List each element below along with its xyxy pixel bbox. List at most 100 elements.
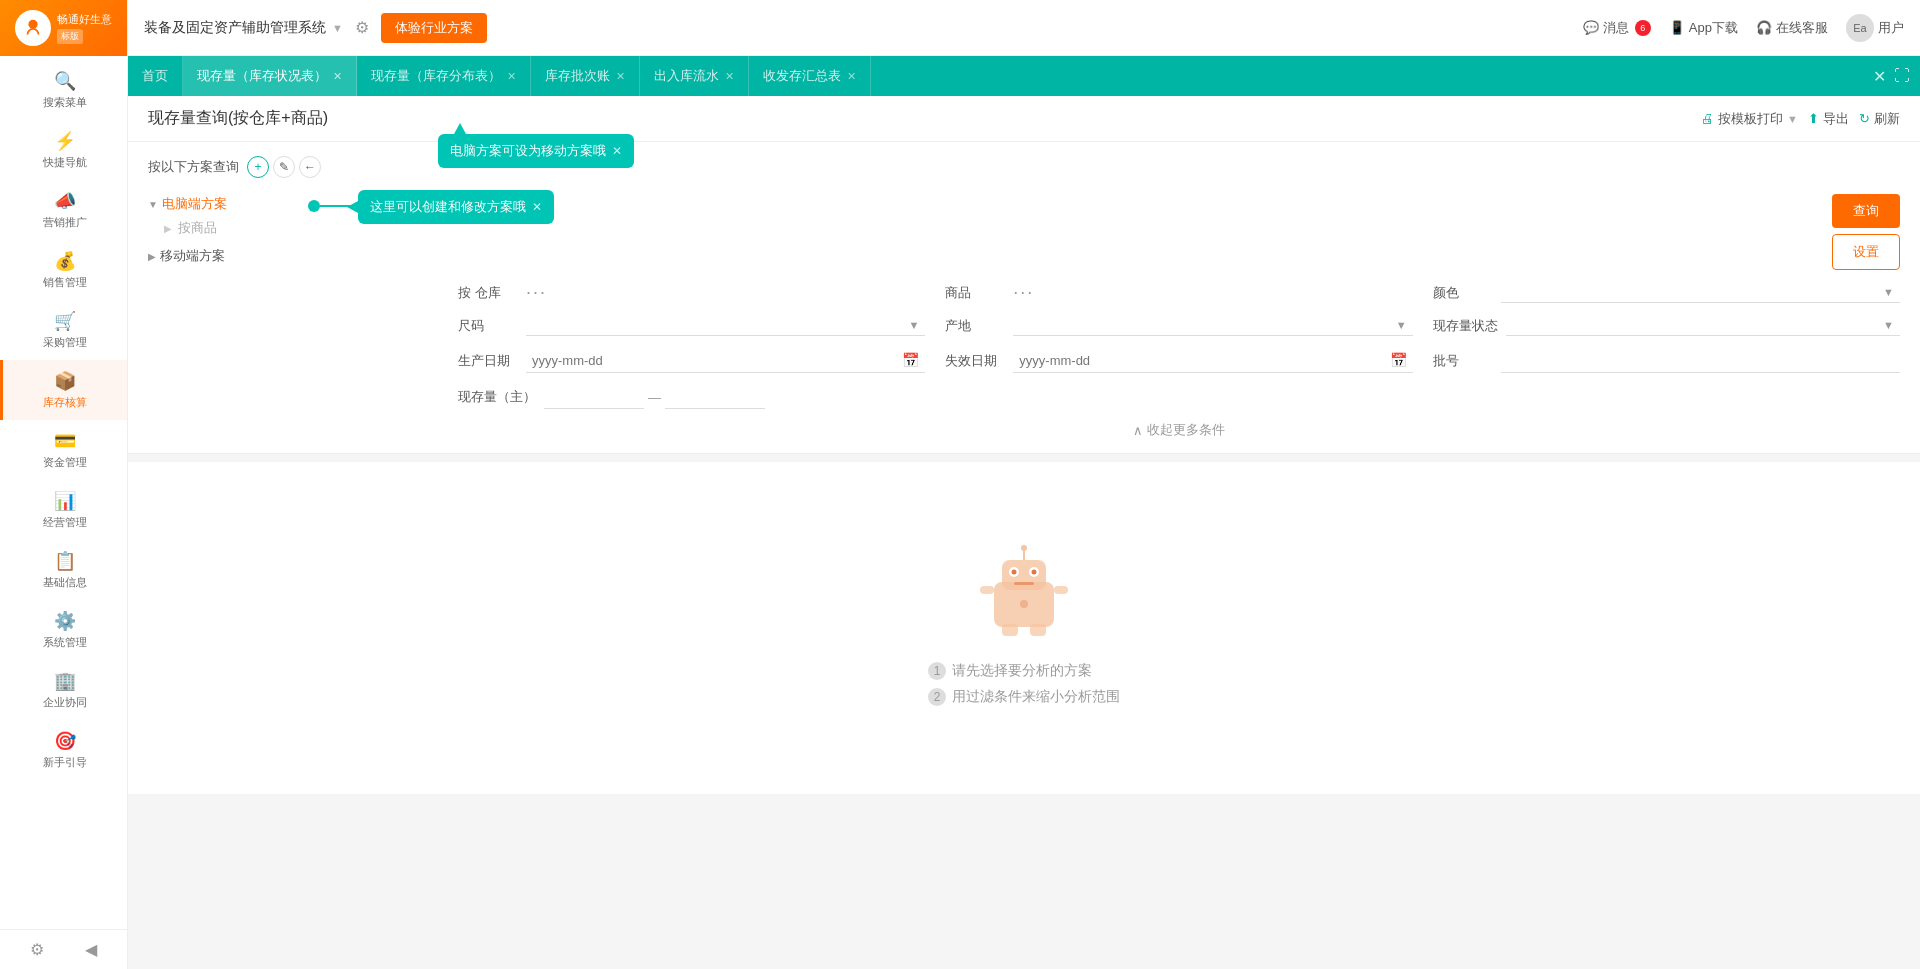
sidebar-item-quick-nav[interactable]: ⚡ 快捷导航	[0, 120, 127, 180]
tab-home[interactable]: 首页	[128, 56, 183, 96]
message-icon: 💬	[1583, 20, 1599, 35]
system-selector[interactable]: 装备及固定资产辅助管理系统 ▼	[144, 19, 343, 37]
expire-date-label: 失效日期	[945, 352, 1005, 370]
scheme-mobile-node[interactable]: ▶ 移动端方案	[148, 244, 1900, 268]
edit-icon: ✎	[279, 160, 289, 174]
filter-actions: + ✎ ←	[247, 156, 321, 178]
user-avatar: Ea	[1846, 14, 1874, 42]
produce-date-input[interactable]	[532, 353, 898, 368]
search-btn[interactable]: 查询	[1832, 194, 1900, 228]
message-badge: 6	[1635, 20, 1651, 36]
tab-inventory-status-close[interactable]: ✕	[333, 70, 342, 83]
stock-main-max-input[interactable]	[665, 385, 765, 409]
tab-in-out-flow-close[interactable]: ✕	[725, 70, 734, 83]
svg-rect-10	[980, 586, 994, 594]
add-scheme-btn[interactable]: +	[247, 156, 269, 178]
produce-date-input-wrapper: 📅	[526, 348, 925, 373]
page-header: 现存量查询(按仓库+商品) 🖨 按模板打印 ▼ ⬆ 导出 ↻ 刷新	[128, 96, 1920, 142]
stock-main-min-input[interactable]	[544, 385, 644, 409]
tab-in-out-flow[interactable]: 出入库流水 ✕	[640, 56, 749, 96]
refresh-btn[interactable]: ↻ 刷新	[1859, 110, 1900, 128]
back-arrow-btn[interactable]: ←	[299, 156, 321, 178]
goods-more-btn[interactable]: ···	[1013, 282, 1034, 303]
header-gear-icon[interactable]: ⚙	[355, 18, 369, 37]
sidebar-logo: 畅通好生意 标版	[0, 0, 127, 56]
svg-rect-12	[1002, 624, 1018, 636]
sidebar-item-inventory[interactable]: 📦 库存核算	[0, 360, 127, 420]
collapse-chevron-icon: ∧	[1133, 423, 1143, 438]
app-download-btn[interactable]: 📱 App下载	[1669, 19, 1738, 37]
tip1-num: 1	[928, 662, 946, 680]
tooltip1-close-btn[interactable]: ✕	[612, 144, 622, 158]
sidebar-menu: 🔍 搜索菜单 ⚡ 快捷导航 📣 营销推广 💰 销售管理 🛒 采购管理 📦 库存核…	[0, 56, 127, 929]
finance-icon: 💳	[54, 430, 76, 452]
svg-rect-11	[1054, 586, 1068, 594]
system-name: 装备及固定资产辅助管理系统	[144, 19, 326, 37]
quick-nav-icon: ⚡	[54, 130, 76, 152]
connector-dot	[308, 200, 320, 212]
expire-date-input-wrapper: 📅	[1013, 348, 1412, 373]
sidebar-item-operation[interactable]: 📊 经营管理	[0, 480, 127, 540]
online-service-btn[interactable]: 🎧 在线客服	[1756, 19, 1828, 37]
reset-btn[interactable]: 设置	[1832, 234, 1900, 270]
tooltip-desktop-scheme: 电脑方案可设为移动方案哦 ✕	[438, 134, 634, 168]
tab-batch-account-close[interactable]: ✕	[616, 70, 625, 83]
edit-scheme-btn[interactable]: ✎	[273, 156, 295, 178]
svg-point-9	[1021, 545, 1027, 551]
tab-collect-summary-close[interactable]: ✕	[847, 70, 856, 83]
sidebar-item-sales[interactable]: 💰 销售管理	[0, 240, 127, 300]
stock-status-chevron-icon: ▼	[1883, 319, 1894, 331]
svg-rect-7	[1014, 582, 1034, 585]
radio-icon: ▶	[164, 223, 172, 234]
stock-status-select[interactable]: ▼	[1506, 315, 1900, 336]
logo-text: 畅通好生意 标版	[57, 12, 112, 44]
expire-date-calendar-icon[interactable]: 📅	[1390, 352, 1407, 368]
size-select[interactable]: ▼	[526, 315, 925, 336]
main-content: 装备及固定资产辅助管理系统 ▼ ⚙ 体验行业方案 💬 消息 6 📱 App下载 …	[128, 0, 1920, 969]
tab-expand-btn[interactable]: ⛶	[1894, 67, 1910, 85]
collapse-sidebar-btn[interactable]: ◀	[85, 940, 97, 959]
scheme-desktop-label: 电脑端方案	[162, 195, 227, 213]
sidebar-item-finance[interactable]: 💳 资金管理	[0, 420, 127, 480]
color-select[interactable]: ▼	[1501, 282, 1900, 303]
sidebar-item-guide[interactable]: 🎯 新手引导	[0, 720, 127, 780]
origin-select[interactable]: ▼	[1013, 315, 1412, 336]
tab-batch-account[interactable]: 库存批次账 ✕	[531, 56, 640, 96]
range-dash: —	[648, 390, 661, 405]
purchase-icon: 🛒	[54, 310, 76, 332]
produce-date-calendar-icon[interactable]: 📅	[902, 352, 919, 368]
tooltip2-close-btn[interactable]: ✕	[532, 200, 542, 214]
batch-input[interactable]	[1501, 349, 1900, 373]
export-icon: ⬆	[1808, 111, 1819, 126]
collapse-filter-btn[interactable]: ∧ 收起更多条件	[458, 421, 1900, 439]
header-left: 装备及固定资产辅助管理系统 ▼ ⚙ 体验行业方案	[144, 13, 487, 43]
settings-footer-btn[interactable]: ⚙	[30, 940, 44, 959]
filter-grid-wrapper: 按 仓库 ··· 商品 ··· 颜色 ▼	[148, 282, 1900, 439]
tab-inventory-dist[interactable]: 现存量（库存分布表） ✕	[357, 56, 531, 96]
warehouse-more-btn[interactable]: ···	[526, 282, 547, 303]
sidebar-item-enterprise[interactable]: 🏢 企业协同	[0, 660, 127, 720]
system-icon: ⚙️	[54, 610, 76, 632]
expire-date-input[interactable]	[1019, 353, 1385, 368]
sidebar-item-marketing[interactable]: 📣 营销推广	[0, 180, 127, 240]
sidebar: 畅通好生意 标版 🔍 搜索菜单 ⚡ 快捷导航 📣 营销推广 💰 销售管理 🛒 采…	[0, 0, 128, 969]
sidebar-item-system[interactable]: ⚙️ 系统管理	[0, 600, 127, 660]
system-chevron-icon: ▼	[332, 22, 343, 34]
sidebar-item-basic[interactable]: 📋 基础信息	[0, 540, 127, 600]
user-btn[interactable]: Ea 用户	[1846, 14, 1904, 42]
tab-inventory-dist-close[interactable]: ✕	[507, 70, 516, 83]
tab-collect-summary[interactable]: 收发存汇总表 ✕	[749, 56, 871, 96]
industry-btn[interactable]: 体验行业方案	[381, 13, 487, 43]
sidebar-item-search[interactable]: 🔍 搜索菜单	[0, 60, 127, 120]
filter-header: 按以下方案查询 + ✎ ← 电脑方案可设为移动方案哦 ✕	[148, 156, 1900, 178]
message-btn[interactable]: 💬 消息 6	[1583, 19, 1651, 37]
scheme-mobile-arrow: ▶	[148, 251, 156, 262]
print-btn[interactable]: 🖨 按模板打印 ▼	[1701, 110, 1798, 128]
search-btn-group: 查询 设置	[1832, 194, 1900, 270]
tab-inventory-status[interactable]: 现存量（库存状况表） ✕	[183, 56, 357, 96]
guide-icon: 🎯	[54, 730, 76, 752]
export-btn[interactable]: ⬆ 导出	[1808, 110, 1849, 128]
empty-tips: 1 请先选择要分析的方案 2 用过滤条件来缩小分析范围	[928, 662, 1120, 714]
tab-close-all-btn[interactable]: ✕	[1873, 67, 1886, 86]
sidebar-item-purchase[interactable]: 🛒 采购管理	[0, 300, 127, 360]
